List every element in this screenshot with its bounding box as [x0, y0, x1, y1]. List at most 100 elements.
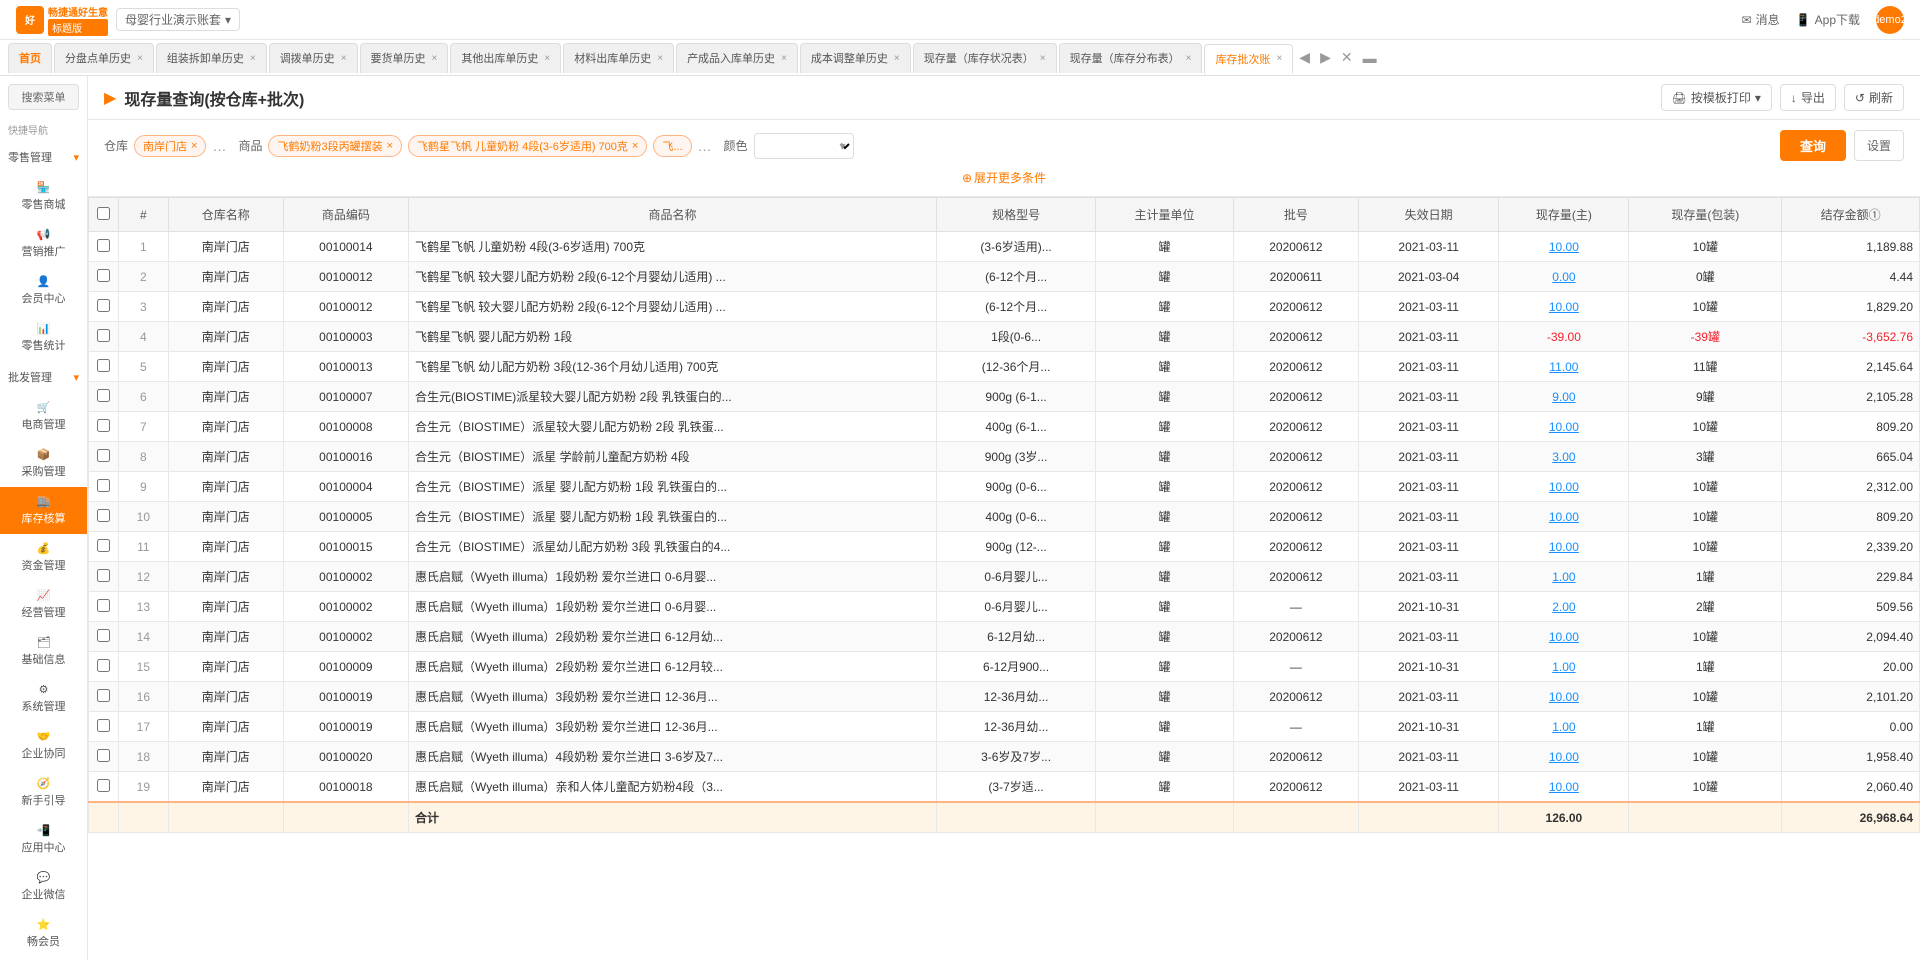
sidebar-item-basic[interactable]: 🗂 基础信息 — [0, 628, 87, 675]
sidebar-item-company[interactable]: 🤝 企业协同 — [0, 722, 87, 769]
close-icon[interactable]: × — [1040, 53, 1046, 64]
tab-qita[interactable]: 其他出库单历史 × — [450, 43, 561, 73]
sidebar-item-retail-shop[interactable]: 🏪 零售商城 — [0, 173, 87, 220]
row-checkbox[interactable] — [97, 359, 110, 372]
tab-prev-icon[interactable]: ◀ — [1295, 49, 1314, 66]
settings-button[interactable]: 设置 — [1854, 130, 1904, 161]
message-button[interactable]: ✉ 消息 — [1742, 11, 1780, 28]
row-checkbox[interactable] — [97, 569, 110, 582]
sidebar-item-guide[interactable]: 🧭 新手引导 — [0, 769, 87, 816]
color-select[interactable] — [754, 133, 854, 159]
row-checkbox[interactable] — [97, 479, 110, 492]
close-icon[interactable]: × — [250, 53, 256, 64]
chevron-down-icon: ▾ — [73, 151, 79, 164]
td-checkbox — [89, 592, 119, 622]
close-icon[interactable]: × — [1276, 53, 1282, 64]
table-row: 18 南岸门店 00100020 惠氏启赋（Wyeth illuma）4段奶粉 … — [89, 742, 1920, 772]
goods-more-icon[interactable]: … — [698, 138, 712, 154]
td-amount: 2,105.28 — [1782, 382, 1920, 412]
tab-tiaobo[interactable]: 调拨单历史 × — [269, 43, 358, 73]
remove-warehouse-icon[interactable]: × — [191, 140, 197, 152]
app-download-button[interactable]: 📱 App下载 — [1796, 11, 1860, 28]
row-checkbox[interactable] — [97, 689, 110, 702]
row-checkbox[interactable] — [97, 629, 110, 642]
goods-tag-1[interactable]: 飞鹤奶粉3段丙罐摆装 × — [268, 135, 402, 157]
sidebar-item-wholesale[interactable]: 批发管理 ▾ — [0, 361, 87, 393]
sidebar-item-corpwx[interactable]: 💬 企业微信 — [0, 863, 87, 910]
td-qty-main: 9.00 — [1499, 382, 1629, 412]
collapse-btn[interactable]: ▶ — [104, 88, 116, 108]
row-checkbox[interactable] — [97, 299, 110, 312]
sidebar-item-vip[interactable]: ⭐ 畅会员 — [0, 910, 87, 957]
export-button[interactable]: ↓ 导出 — [1780, 84, 1836, 111]
remove-goods2-icon[interactable]: × — [632, 140, 638, 152]
sidebar-item-marketing[interactable]: 📢 营销推广 — [0, 220, 87, 267]
sidebar-item-retail-stats[interactable]: 📊 零售统计 — [0, 314, 87, 361]
query-button[interactable]: 查询 — [1780, 130, 1846, 161]
close-icon[interactable]: × — [894, 53, 900, 64]
tab-xianzai-fen[interactable]: 现存量（库存分布表） × — [1059, 43, 1203, 73]
select-all-checkbox[interactable] — [97, 207, 110, 220]
row-checkbox[interactable] — [97, 509, 110, 522]
warehouse-tag[interactable]: 南岸门店 × — [134, 135, 206, 157]
row-checkbox[interactable] — [97, 449, 110, 462]
user-avatar[interactable]: demo2 — [1876, 6, 1904, 34]
row-checkbox[interactable] — [97, 239, 110, 252]
sidebar-item-member[interactable]: 👤 会员中心 — [0, 267, 87, 314]
sidebar-item-inventory[interactable]: 🏬 库存核算 — [0, 487, 87, 534]
refresh-button[interactable]: ↺ 刷新 — [1844, 84, 1904, 111]
th-code: 商品编码 — [283, 198, 408, 232]
tab-fenku[interactable]: 分盘点单历史 × — [54, 43, 154, 73]
goods-tag-2[interactable]: 飞鹤星飞帆 儿童奶粉 4段(3-6岁适用) 700克 × — [408, 135, 647, 157]
row-checkbox[interactable] — [97, 779, 110, 792]
sidebar-item-purchase[interactable]: 📦 采购管理 — [0, 440, 87, 487]
search-menu-button[interactable]: 搜索菜单 — [8, 84, 79, 110]
sidebar-item-finance[interactable]: 💰 资金管理 — [0, 534, 87, 581]
row-checkbox[interactable] — [97, 659, 110, 672]
sidebar-item-appcenter[interactable]: 📲 应用中心 — [0, 816, 87, 863]
remove-goods1-icon[interactable]: × — [387, 140, 393, 152]
close-icon[interactable]: × — [657, 53, 663, 64]
tab-chengpin[interactable]: 产成品入库单历史 × — [676, 43, 798, 73]
sidebar-item-operation[interactable]: 📈 经营管理 — [0, 581, 87, 628]
row-checkbox[interactable] — [97, 599, 110, 612]
row-checkbox[interactable] — [97, 269, 110, 282]
sidebar-item-retail-mgmt[interactable]: 零售管理 ▾ — [0, 141, 87, 173]
row-checkbox[interactable] — [97, 749, 110, 762]
close-icon[interactable]: × — [432, 53, 438, 64]
goods-tag-3[interactable]: 飞... — [653, 135, 691, 157]
breadcrumb-selector[interactable]: 母婴行业演示账套 ▾ — [116, 8, 240, 31]
tab-menu-icon[interactable]: ▬ — [1359, 50, 1381, 66]
tab-zuche[interactable]: 组装拆卸单历史 × — [156, 43, 267, 73]
td-checkbox — [89, 382, 119, 412]
td-unit: 罐 — [1096, 232, 1234, 262]
avatar: demo2 — [1876, 6, 1904, 34]
row-checkbox[interactable] — [97, 419, 110, 432]
td-amount: 1,829.20 — [1782, 292, 1920, 322]
tab-yaohuo[interactable]: 要货单历史 × — [360, 43, 449, 73]
print-button[interactable]: 🖨 按模板打印 ▾ — [1661, 84, 1772, 111]
warehouse-more-icon[interactable]: … — [212, 138, 226, 154]
row-checkbox[interactable] — [97, 389, 110, 402]
expand-filter-button[interactable]: ⊕ 展开更多条件 — [962, 169, 1046, 186]
tab-cailiao[interactable]: 材料出库单历史 × — [563, 43, 674, 73]
close-icon[interactable]: × — [544, 53, 550, 64]
td-no: 16 — [119, 682, 169, 712]
close-icon[interactable]: × — [341, 53, 347, 64]
row-checkbox[interactable] — [97, 329, 110, 342]
tab-xianzai-ku[interactable]: 现存量（库存状况表） × — [913, 43, 1057, 73]
close-icon[interactable]: × — [781, 53, 787, 64]
row-checkbox[interactable] — [97, 719, 110, 732]
tab-chengben[interactable]: 成本调整单历史 × — [800, 43, 911, 73]
tab-kucun-pici[interactable]: 库存批次账 × — [1204, 44, 1293, 74]
close-icon[interactable]: × — [1186, 53, 1192, 64]
tab-close-all-icon[interactable]: ✕ — [1337, 49, 1357, 66]
sidebar-item-system[interactable]: ⚙ 系统管理 — [0, 675, 87, 722]
tab-home[interactable]: 首页 — [8, 43, 52, 73]
tab-next-icon[interactable]: ▶ — [1316, 49, 1335, 66]
logo-text: 畅捷通好生意 标题版 — [48, 4, 108, 36]
row-checkbox[interactable] — [97, 539, 110, 552]
td-amount: 229.84 — [1782, 562, 1920, 592]
sidebar-item-ecommerce[interactable]: 🛒 电商管理 — [0, 393, 87, 440]
close-icon[interactable]: × — [137, 53, 143, 64]
